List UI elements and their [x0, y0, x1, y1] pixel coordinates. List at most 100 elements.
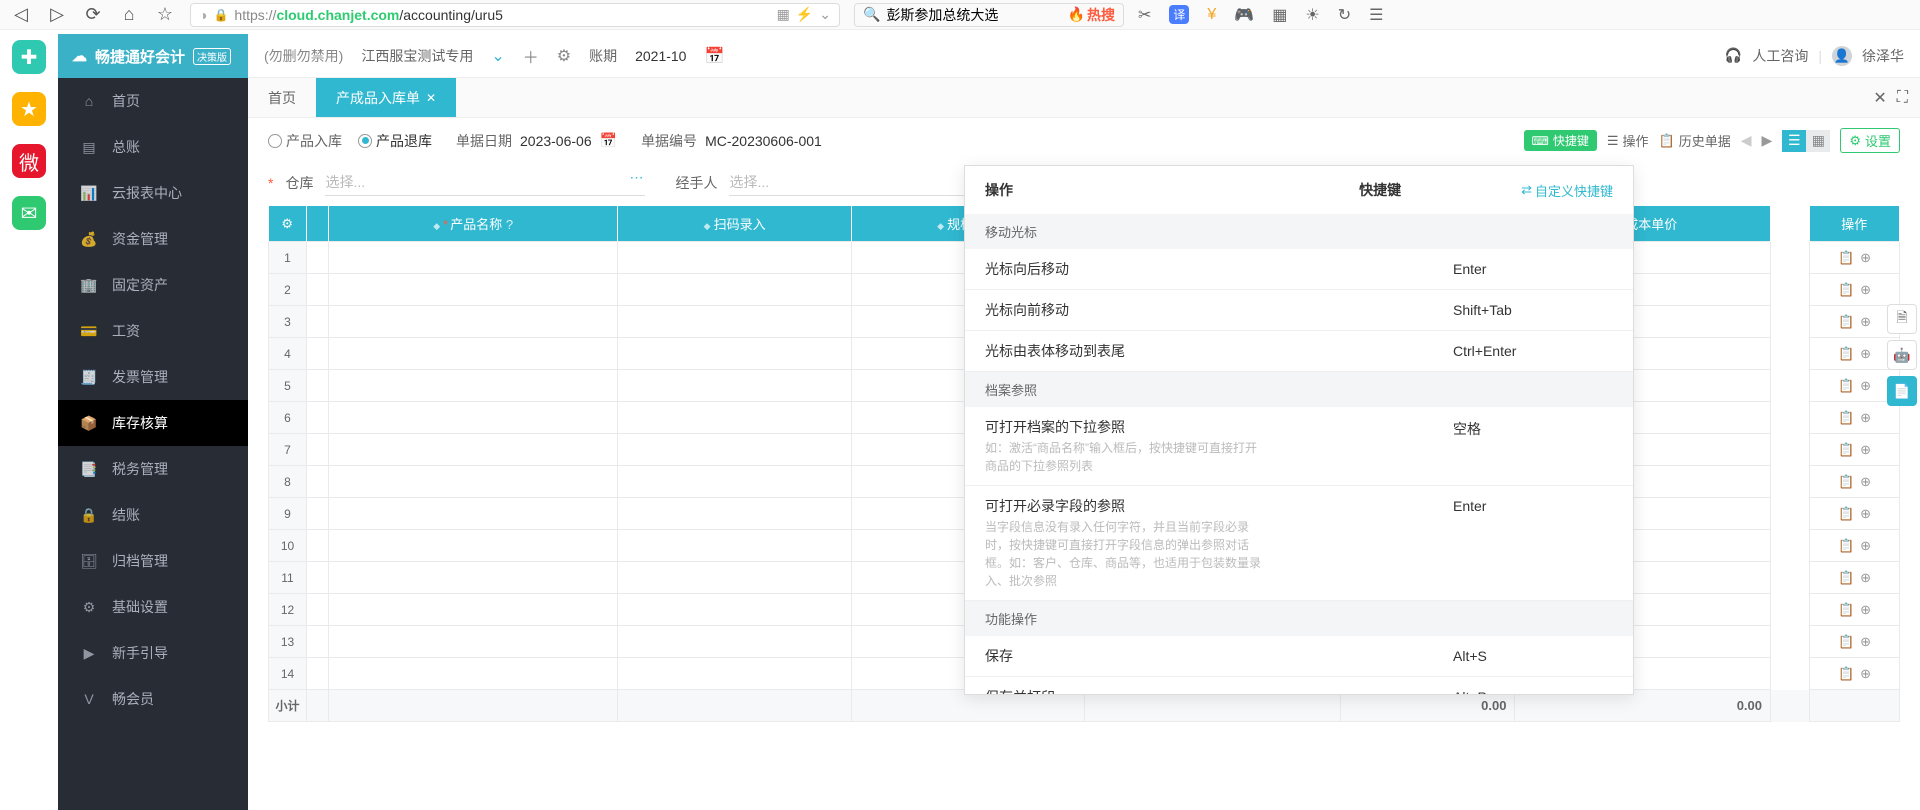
row-add-icon[interactable]: ⊕: [1860, 250, 1871, 265]
calendar-icon[interactable]: 📅: [704, 46, 724, 66]
sidebar-item-book[interactable]: ▤总账: [58, 124, 248, 170]
row-copy-icon[interactable]: 📋: [1838, 378, 1854, 393]
right-rail-robot-icon[interactable]: 🤖: [1887, 340, 1917, 370]
row-add-icon[interactable]: ⊕: [1860, 442, 1871, 457]
sidebar-item-inventory[interactable]: 📦库存核算: [58, 400, 248, 446]
avatar-icon[interactable]: 👤: [1832, 46, 1852, 66]
theme-icon[interactable]: ☀: [1305, 5, 1319, 25]
row-number: 2: [269, 274, 307, 306]
qr-icon[interactable]: ▦: [777, 6, 790, 23]
col-config[interactable]: ⚙: [269, 206, 307, 242]
row-add-icon[interactable]: ⊕: [1860, 506, 1871, 521]
row-copy-icon[interactable]: 📋: [1838, 474, 1854, 489]
tab-active[interactable]: 产成品入库单✕: [316, 78, 456, 117]
gear-icon[interactable]: ⚙: [557, 46, 571, 66]
shortcut-button[interactable]: ⌨ 快捷键: [1524, 130, 1597, 151]
custom-shortcut-link[interactable]: ⇄自定义快捷键: [1521, 181, 1613, 200]
row-copy-icon[interactable]: 📋: [1838, 538, 1854, 553]
sidebar-item-close[interactable]: 🔒结账: [58, 492, 248, 538]
row-add-icon[interactable]: ⊕: [1860, 570, 1871, 585]
address-bar[interactable]: ◑ 🔒 https://cloud.chanjet.com/accounting…: [190, 3, 840, 27]
sidebar-item-tax[interactable]: 📑税务管理: [58, 446, 248, 492]
row-add-icon[interactable]: ⊕: [1860, 346, 1871, 361]
row-add-icon[interactable]: ⊕: [1860, 538, 1871, 553]
sidebar-item-invoice[interactable]: 🧾发票管理: [58, 354, 248, 400]
reload-icon[interactable]: ⟳: [82, 4, 104, 26]
sidebar-item-vip[interactable]: V畅会员: [58, 676, 248, 722]
tab-home[interactable]: 首页: [248, 78, 316, 117]
grid-view-icon[interactable]: ▦: [1806, 130, 1830, 152]
support-text[interactable]: 人工咨询: [1752, 46, 1808, 66]
col-2[interactable]: ◆*产品名称 ?: [329, 206, 618, 242]
col-blank[interactable]: [307, 206, 329, 242]
row-add-icon[interactable]: ⊕: [1860, 666, 1871, 681]
radio-in[interactable]: 产品入库: [268, 131, 342, 151]
search-box[interactable]: 🔍 彭斯参加总统大选 🔥热搜: [854, 3, 1124, 27]
history-button[interactable]: 📋 历史单据: [1659, 131, 1731, 150]
gear-col-icon[interactable]: ⚙: [281, 216, 293, 231]
col-3[interactable]: ◆扫码录入: [618, 206, 852, 242]
row-number: 3: [269, 306, 307, 338]
back-icon[interactable]: ◁: [10, 4, 32, 26]
row-copy-icon[interactable]: 📋: [1838, 506, 1854, 521]
right-rail-form-icon[interactable]: 📄: [1887, 376, 1917, 406]
sidebar-item-settings[interactable]: ⚙基础设置: [58, 584, 248, 630]
sidebar-item-chart[interactable]: 📊云报表中心: [58, 170, 248, 216]
row-copy-icon[interactable]: 📋: [1838, 314, 1854, 329]
row-copy-icon[interactable]: 📋: [1838, 282, 1854, 297]
scissors-icon[interactable]: ✂: [1138, 5, 1151, 25]
add-icon[interactable]: ＋: [523, 44, 539, 68]
row-copy-icon[interactable]: 📋: [1838, 410, 1854, 425]
sidebar-item-wallet[interactable]: 💰资金管理: [58, 216, 248, 262]
row-add-icon[interactable]: ⊕: [1860, 314, 1871, 329]
row-add-icon[interactable]: ⊕: [1860, 282, 1871, 297]
row-copy-icon[interactable]: 📋: [1838, 570, 1854, 585]
row-copy-icon[interactable]: 📋: [1838, 634, 1854, 649]
next-icon[interactable]: ▶: [1762, 132, 1773, 149]
more-icon[interactable]: ⋯: [629, 169, 645, 186]
date-picker-icon[interactable]: 📅: [600, 132, 617, 149]
rail-mail-icon[interactable]: ✉: [12, 196, 46, 230]
row-copy-icon[interactable]: 📋: [1838, 346, 1854, 361]
close-tab-icon[interactable]: ✕: [426, 91, 436, 105]
apps-icon[interactable]: ▦: [1272, 5, 1287, 25]
sidebar-item-asset[interactable]: 🏢固定资产: [58, 262, 248, 308]
row-add-icon[interactable]: ⊕: [1860, 474, 1871, 489]
date-value[interactable]: 2023-06-06: [520, 133, 592, 149]
company-chevron-icon[interactable]: ⌄: [491, 46, 504, 66]
prev-icon[interactable]: ◀: [1741, 132, 1752, 149]
row-add-icon[interactable]: ⊕: [1860, 602, 1871, 617]
star-icon[interactable]: ☆: [154, 4, 176, 26]
rail-plus-icon[interactable]: ✚: [12, 40, 46, 74]
row-copy-icon[interactable]: 📋: [1838, 666, 1854, 681]
rail-star-icon[interactable]: ★: [12, 92, 46, 126]
home-icon[interactable]: ⌂: [118, 4, 140, 26]
operation-button[interactable]: ☰ 操作: [1607, 131, 1649, 150]
sidebar-item-guide[interactable]: ▶新手引导: [58, 630, 248, 676]
flash-icon[interactable]: ⚡: [796, 6, 813, 23]
menu-icon[interactable]: ☰: [1369, 5, 1383, 25]
restore-icon[interactable]: ↻: [1338, 5, 1351, 25]
row-add-icon[interactable]: ⊕: [1860, 410, 1871, 425]
rail-weibo-icon[interactable]: 微: [12, 144, 46, 178]
sp-row: 保存Alt+S: [965, 636, 1633, 677]
warehouse-select[interactable]: 选择... ⋯: [325, 169, 645, 196]
row-add-icon[interactable]: ⊕: [1860, 634, 1871, 649]
chevron-down-icon[interactable]: ⌄: [819, 6, 831, 23]
lock-icon: 🔒: [213, 8, 228, 22]
translate-icon[interactable]: 译: [1169, 5, 1189, 24]
row-copy-icon[interactable]: 📋: [1838, 602, 1854, 617]
sidebar-item-home[interactable]: ⌂首页: [58, 78, 248, 124]
coin-icon[interactable]: ¥: [1207, 6, 1216, 24]
row-add-icon[interactable]: ⊕: [1860, 378, 1871, 393]
sidebar-item-salary[interactable]: 💳工资: [58, 308, 248, 354]
row-copy-icon[interactable]: 📋: [1838, 250, 1854, 265]
sp-key: Ctrl+Enter: [1453, 341, 1613, 359]
right-rail-doc-icon[interactable]: 🗎: [1887, 304, 1917, 334]
list-view-icon[interactable]: ☰: [1782, 130, 1806, 152]
row-copy-icon[interactable]: 📋: [1838, 442, 1854, 457]
forward-icon[interactable]: ▷: [46, 4, 68, 26]
sidebar-item-archive[interactable]: 🗄归档管理: [58, 538, 248, 584]
game-icon[interactable]: 🎮: [1234, 5, 1254, 25]
radio-return[interactable]: 产品退库: [358, 131, 432, 151]
